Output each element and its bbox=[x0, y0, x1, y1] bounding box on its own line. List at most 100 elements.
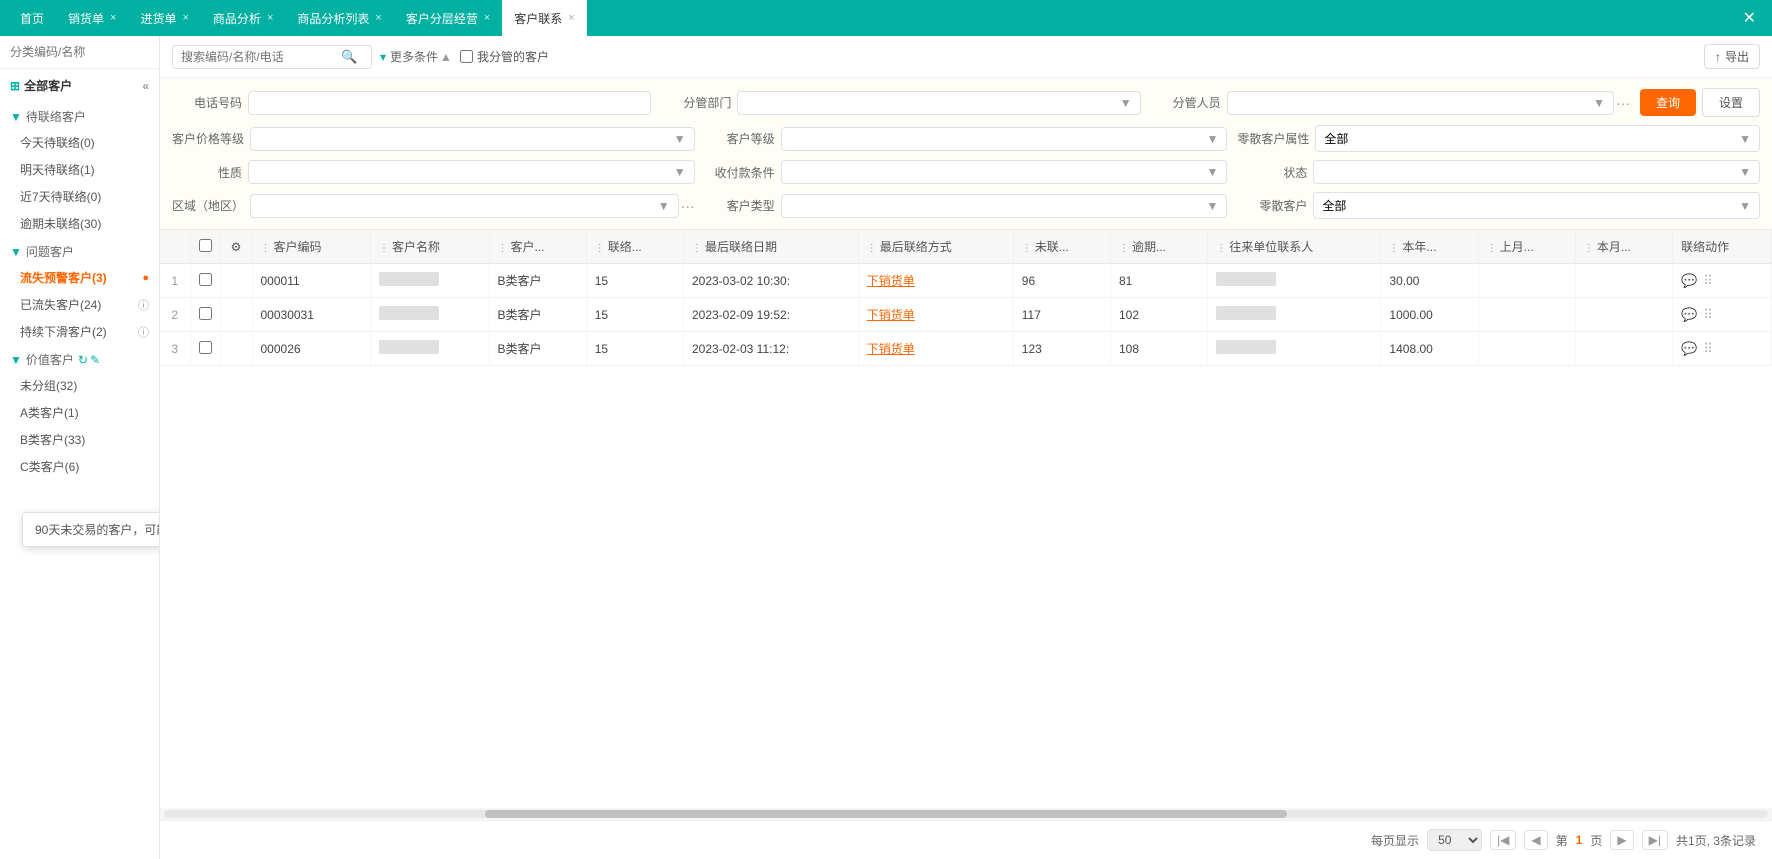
my-customers-input[interactable] bbox=[460, 50, 473, 63]
edit-icon[interactable]: ✎ bbox=[90, 353, 100, 367]
filter-label-phone: 电话号码 bbox=[172, 94, 242, 111]
sidebar-item-churned[interactable]: 已流失客户(24) ⓘ bbox=[0, 291, 159, 318]
more-conditions-button[interactable]: ▾ 更多条件 ▲ bbox=[380, 48, 452, 65]
nav-tab-home[interactable]: 首页 bbox=[8, 0, 56, 36]
filter-retail-customer-select[interactable]: 全部 ▼ bbox=[1313, 192, 1760, 219]
close-icon[interactable]: × bbox=[182, 12, 188, 24]
close-icon[interactable]: × bbox=[568, 12, 574, 24]
sidebar-item-ungrouped[interactable]: 未分组(32) bbox=[0, 372, 159, 399]
chat-icon[interactable]: 💬 bbox=[1681, 307, 1697, 323]
export-button[interactable]: ↑ 导出 bbox=[1704, 44, 1760, 69]
filter-price-level: 客户价格等级 ▼ bbox=[172, 127, 695, 151]
nav-tab-analysis-list[interactable]: 商品分析列表 × bbox=[285, 0, 393, 36]
filter-region: 区域（地区） ▼ ··· bbox=[172, 194, 695, 218]
menu-icon[interactable]: ⠿ bbox=[1703, 341, 1713, 357]
search-submit-icon[interactable]: 🔍 bbox=[341, 49, 357, 65]
collapse-icon[interactable]: « bbox=[142, 79, 149, 93]
row-last-month bbox=[1478, 264, 1575, 298]
row-last-date: 2023-02-03 11:12: bbox=[683, 332, 858, 366]
menu-icon[interactable]: ⠿ bbox=[1703, 273, 1713, 289]
close-icon[interactable]: × bbox=[484, 12, 490, 24]
nav-tab-customer-layers[interactable]: 客户分层经营 × bbox=[394, 0, 502, 36]
chat-icon[interactable]: 💬 bbox=[1681, 341, 1697, 357]
page-first-button[interactable]: |◀ bbox=[1490, 830, 1516, 850]
row-checkbox[interactable] bbox=[199, 341, 212, 354]
close-icon[interactable]: × bbox=[375, 12, 381, 24]
row-checkbox[interactable] bbox=[199, 307, 212, 320]
filter-phone-input[interactable] bbox=[248, 91, 651, 115]
row-name bbox=[371, 332, 490, 366]
row-last-month bbox=[1478, 298, 1575, 332]
filter-label-customer-level: 客户等级 bbox=[705, 130, 775, 147]
filter-status-select[interactable]: ▼ bbox=[1313, 160, 1760, 184]
chevron-up-icon: ▲ bbox=[440, 50, 452, 64]
refresh-icon[interactable]: ↻ bbox=[78, 353, 88, 367]
nav-tab-customer-contact[interactable]: 客户联系 × bbox=[502, 0, 586, 36]
sidebar-item-today[interactable]: 今天待联络(0) bbox=[0, 129, 159, 156]
page-size-select[interactable]: 50 100 200 bbox=[1427, 829, 1482, 851]
row-this-year: 1408.00 bbox=[1381, 332, 1478, 366]
chevron-down-icon: ▼ bbox=[674, 165, 686, 179]
sidebar-item-class-c[interactable]: C类客户(6) bbox=[0, 453, 159, 480]
select-all-checkbox[interactable] bbox=[199, 239, 212, 252]
sidebar-search-input[interactable] bbox=[10, 45, 160, 59]
page-next-button[interactable]: ▶ bbox=[1610, 830, 1633, 850]
last-type-link[interactable]: 下销货单 bbox=[867, 342, 915, 356]
filter-retail-attr-select[interactable]: 全部 ▼ bbox=[1315, 125, 1760, 152]
scroll-thumb[interactable] bbox=[485, 810, 1287, 818]
row-checkbox[interactable] bbox=[199, 273, 212, 286]
page-prev-button[interactable]: ◀ bbox=[1524, 830, 1547, 850]
row-last-type: 下销货单 bbox=[858, 264, 1013, 298]
th-checkbox bbox=[190, 230, 220, 264]
chevron-down-icon: ▼ bbox=[1739, 165, 1751, 179]
sidebar-item-class-a[interactable]: A类客户(1) bbox=[0, 399, 159, 426]
close-icon[interactable]: × bbox=[110, 12, 116, 24]
row-unit-contact bbox=[1208, 332, 1381, 366]
filter-dept-select[interactable]: ▼ bbox=[737, 91, 1140, 115]
close-icon[interactable]: × bbox=[267, 12, 273, 24]
page-last-button[interactable]: ▶| bbox=[1642, 830, 1668, 850]
filter-label-price-level: 客户价格等级 bbox=[172, 130, 244, 147]
sidebar-item-class-b[interactable]: B类客户(33) bbox=[0, 426, 159, 453]
filter-price-level-select[interactable]: ▼ bbox=[250, 127, 695, 151]
sidebar-item-tomorrow[interactable]: 明天待联络(1) bbox=[0, 156, 159, 183]
filter-payment-select[interactable]: ▼ bbox=[781, 160, 1228, 184]
sidebar-all-customers[interactable]: ⊞ 全部客户 « bbox=[0, 69, 159, 102]
nav-tab-sales[interactable]: 销货单 × bbox=[56, 0, 128, 36]
menu-icon[interactable]: ⠿ bbox=[1703, 307, 1713, 323]
sidebar-section-pending[interactable]: ▼ 待联络客户 bbox=[0, 102, 159, 129]
filter-region-select[interactable]: ▼ bbox=[250, 194, 679, 218]
bottom-scrollbar[interactable] bbox=[160, 808, 1772, 820]
sidebar-item-declining[interactable]: 持续下滑客户(2) ⓘ bbox=[0, 318, 159, 345]
filter-customer-type-select[interactable]: ▼ bbox=[781, 194, 1228, 218]
top-navigation: 首页 销货单 × 进货单 × 商品分析 × 商品分析列表 × 客户分层经营 × … bbox=[0, 0, 1772, 36]
sidebar-section-problem[interactable]: ▼ 问题客户 bbox=[0, 237, 159, 264]
filter-label-customer-type: 客户类型 bbox=[705, 197, 775, 214]
sidebar-item-churn-warning[interactable]: 流失预警客户(3) ● bbox=[0, 264, 159, 291]
filter-nature-select[interactable]: ▼ bbox=[248, 160, 695, 184]
settings-button[interactable]: 设置 bbox=[1702, 88, 1760, 117]
more-options-icon[interactable]: ··· bbox=[1616, 95, 1630, 111]
row-last-month bbox=[1478, 332, 1575, 366]
filter-customer-level-select[interactable]: ▼ bbox=[781, 127, 1228, 151]
nav-tab-purchase[interactable]: 进货单 × bbox=[128, 0, 200, 36]
filter-label-manager: 分管人员 bbox=[1151, 94, 1221, 111]
row-num: 3 bbox=[160, 332, 190, 366]
search-input[interactable] bbox=[181, 50, 341, 64]
more-options-icon[interactable]: ··· bbox=[681, 198, 695, 214]
th-last-type: ⋮最后联络方式 bbox=[858, 230, 1013, 264]
nav-tab-analysis[interactable]: 商品分析 × bbox=[201, 0, 285, 36]
th-settings[interactable]: ⚙ bbox=[220, 230, 252, 264]
row-num: 2 bbox=[160, 298, 190, 332]
filter-manager-select[interactable]: ▼ bbox=[1227, 91, 1614, 115]
my-customers-checkbox[interactable]: 我分管的客户 bbox=[460, 48, 549, 65]
query-button[interactable]: 查询 bbox=[1640, 89, 1696, 116]
window-close-button[interactable]: ✕ bbox=[1735, 4, 1764, 32]
sidebar-item-7days[interactable]: 近7天待联络(0) bbox=[0, 183, 159, 210]
filter-label-payment: 收付款条件 bbox=[705, 164, 775, 181]
chat-icon[interactable]: 💬 bbox=[1681, 273, 1697, 289]
sidebar-section-value[interactable]: ▼ 价值客户 ↻ ✎ bbox=[0, 345, 159, 372]
last-type-link[interactable]: 下销货单 bbox=[867, 308, 915, 322]
last-type-link[interactable]: 下销货单 bbox=[867, 274, 915, 288]
sidebar-item-overdue[interactable]: 逾期未联络(30) bbox=[0, 210, 159, 237]
